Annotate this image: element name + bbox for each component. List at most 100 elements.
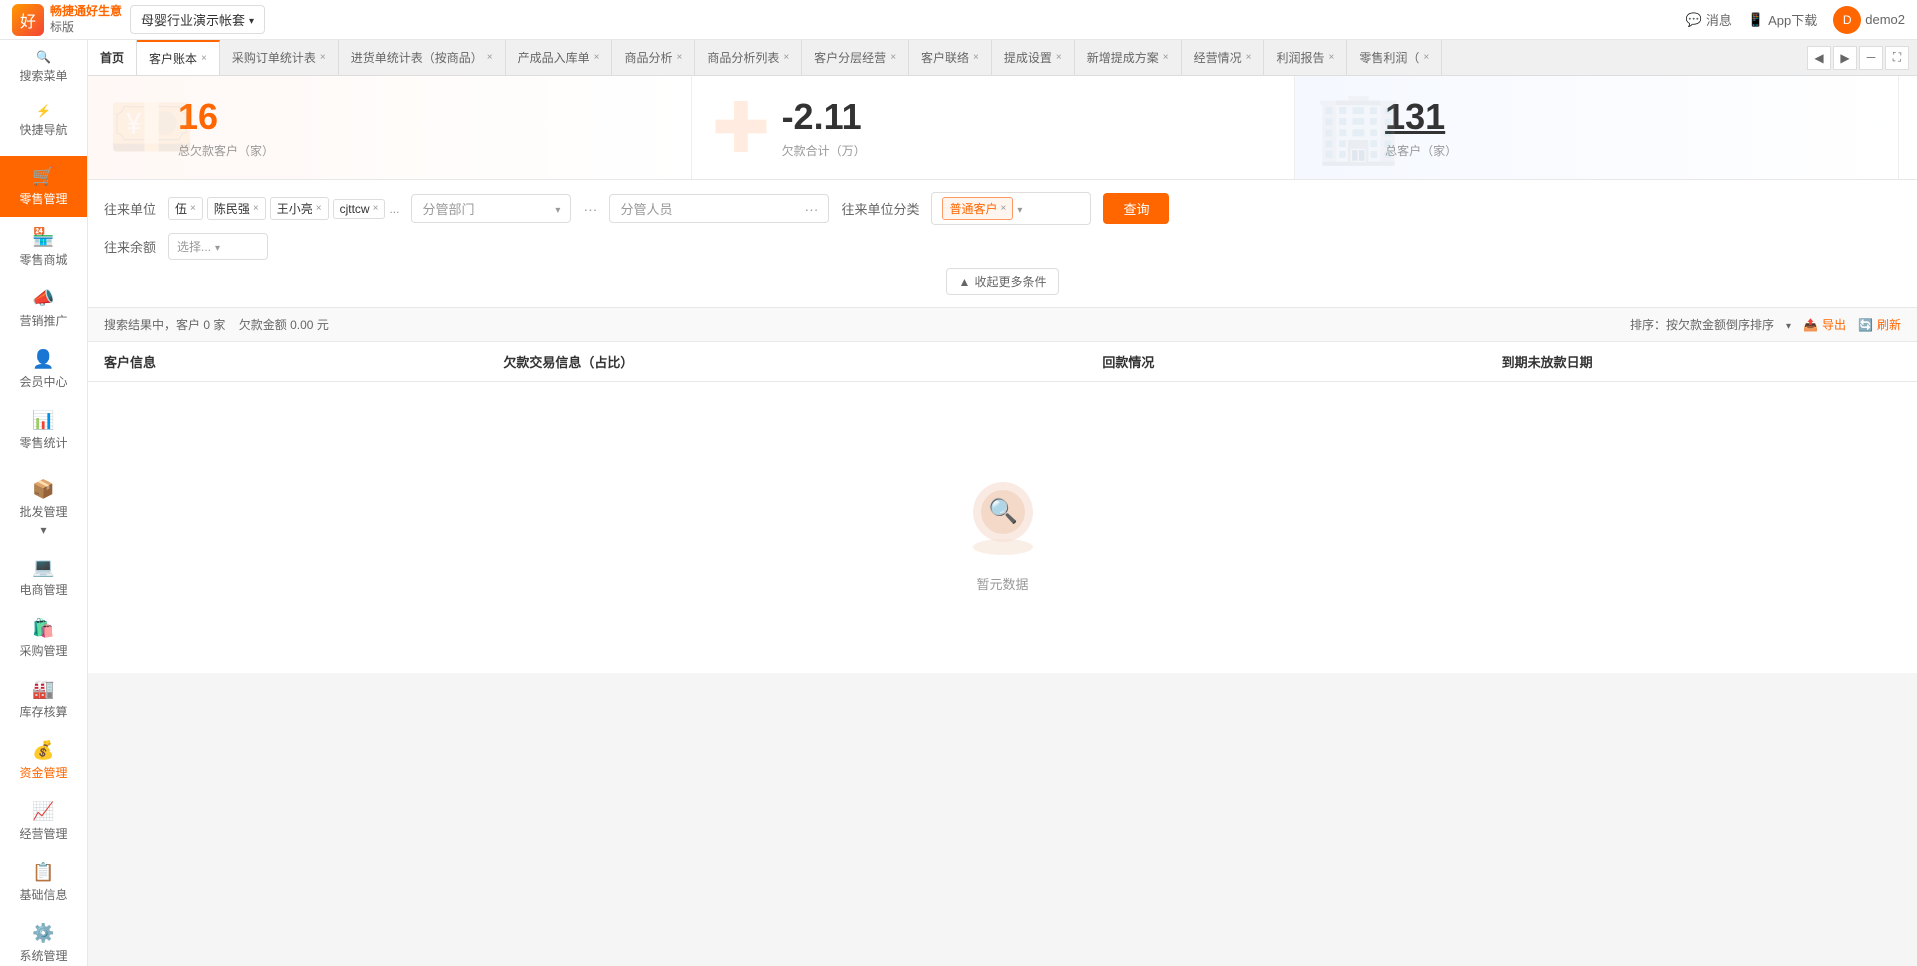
tab-production-stock[interactable]: 产成品入库单 bbox=[506, 40, 613, 76]
person-filter-dropdown[interactable]: 分管人员 ··· bbox=[609, 194, 829, 223]
query-button[interactable]: 查询 bbox=[1103, 193, 1169, 224]
tab-accounts-receivable-close[interactable] bbox=[201, 53, 207, 64]
tab-home-label: 首页 bbox=[100, 49, 124, 66]
tag-close-icon[interactable] bbox=[316, 203, 322, 214]
tab-new-commission-plan-close[interactable] bbox=[1163, 52, 1169, 63]
company-tag-wang[interactable]: 王小亮 bbox=[270, 197, 329, 220]
app-download-button[interactable]: 📱 App下载 bbox=[1748, 10, 1817, 29]
member-icon: 👤 bbox=[32, 349, 54, 370]
tab-accounts-receivable-label: 客户账本 bbox=[149, 50, 197, 67]
sidebar-item-marketing[interactable]: 📣 营销推广 bbox=[0, 278, 87, 339]
sidebar-item-ecommerce[interactable]: 💻 电商管理 bbox=[0, 547, 87, 608]
dept-filter-more[interactable]: ··· bbox=[583, 201, 597, 217]
retail-stats-icon: 📊 bbox=[32, 410, 54, 431]
app-container: 好 畅捷通好生意 标版 母婴行业演示帐套 💬 消息 📱 App下载 D bbox=[0, 0, 1917, 966]
logo-icon: 好 bbox=[12, 4, 44, 36]
tab-stock-stats-close[interactable] bbox=[487, 52, 493, 63]
page-content: ▶ 视频 ❓ 帮助 💴 16 总欠款客户（家） bbox=[88, 76, 1917, 966]
collapse-button[interactable]: ▲ 收起更多条件 bbox=[946, 268, 1060, 295]
tab-customer-contact-close[interactable] bbox=[973, 52, 979, 63]
result-summary: 搜索结果中，客户 0 家 欠款金额 0.00 元 bbox=[104, 316, 329, 333]
dept-filter-dropdown[interactable]: 分管部门 bbox=[411, 194, 571, 223]
chevron-down-icon bbox=[1786, 318, 1791, 332]
category-filter-dropdown[interactable]: 普通客户 bbox=[931, 192, 1091, 225]
tab-profit-report[interactable]: 利润报告 bbox=[1264, 40, 1347, 76]
filter-collapse-area: ▲ 收起更多条件 bbox=[104, 268, 1901, 295]
sidebar-item-wholesale[interactable]: 📦 批发管理 ▾ bbox=[0, 469, 87, 547]
tab-maximize-button[interactable]: ⛶ bbox=[1885, 46, 1909, 70]
tag-close-icon[interactable] bbox=[253, 203, 259, 214]
tab-customer-segmentation-close[interactable] bbox=[890, 52, 896, 63]
tab-operations-status[interactable]: 经营情况 bbox=[1182, 40, 1265, 76]
empty-icon: 🔍 bbox=[953, 462, 1053, 562]
sidebar-item-label: 库存核算 bbox=[19, 703, 67, 720]
sidebar-item-system[interactable]: ⚙️ 系统管理 bbox=[0, 913, 87, 966]
tab-commission-settings[interactable]: 提成设置 bbox=[992, 40, 1075, 76]
tab-new-commission-plan[interactable]: 新增提成方案 bbox=[1075, 40, 1182, 76]
balance-filter-select[interactable]: 选择... bbox=[168, 233, 268, 260]
sidebar-item-label: 电商管理 bbox=[19, 581, 67, 598]
export-button[interactable]: 📤 导出 bbox=[1803, 316, 1846, 333]
sidebar-item-operations[interactable]: 📈 经营管理 bbox=[0, 791, 87, 852]
tab-stock-stats[interactable]: 进货单统计表（按商品） bbox=[339, 40, 506, 76]
tab-customer-segmentation[interactable]: 客户分层经营 bbox=[802, 40, 909, 76]
sidebar-search[interactable]: 🔍 搜索菜单 bbox=[0, 40, 87, 94]
category-tag-normal[interactable]: 普通客户 bbox=[942, 197, 1013, 220]
tab-customer-contact[interactable]: 客户联络 bbox=[909, 40, 992, 76]
tab-production-stock-close[interactable] bbox=[594, 52, 600, 63]
tab-accounts-receivable[interactable]: 客户账本 bbox=[137, 40, 220, 76]
company-filter-label: 往来单位 bbox=[104, 199, 156, 218]
tab-home[interactable]: 首页 bbox=[88, 40, 137, 76]
tab-purchase-order-stats-close[interactable] bbox=[320, 52, 326, 63]
more-tags-indicator[interactable]: ... bbox=[389, 202, 399, 216]
top-bar-left: 好 畅捷通好生意 标版 母婴行业演示帐套 bbox=[12, 4, 265, 36]
tab-product-analysis-list[interactable]: 商品分析列表 bbox=[695, 40, 802, 76]
message-button[interactable]: 💬 消息 bbox=[1686, 10, 1732, 29]
tag-close-icon[interactable] bbox=[190, 203, 196, 214]
org-selector[interactable]: 母婴行业演示帐套 bbox=[130, 5, 265, 34]
chevron-down-icon bbox=[215, 240, 220, 254]
stat-total-customers: 🏢 131 总客户（家） bbox=[1295, 76, 1899, 179]
person-filter-more[interactable]: ··· bbox=[804, 201, 818, 217]
tab-minimize-button[interactable]: － bbox=[1859, 46, 1883, 70]
empty-state-label: 暂元数据 bbox=[976, 574, 1028, 593]
tab-next-button[interactable]: ▶ bbox=[1833, 46, 1857, 70]
debt-unit: 元 bbox=[317, 318, 329, 332]
tab-retail-profit-label: 零售利润（ bbox=[1359, 49, 1419, 66]
sidebar-item-retail-mall[interactable]: 🏪 零售商城 bbox=[0, 217, 87, 278]
company-tag-chen[interactable]: 陈民强 bbox=[207, 197, 266, 220]
tab-profit-report-close[interactable] bbox=[1328, 52, 1334, 63]
company-tag-wu[interactable]: 伍 bbox=[168, 197, 203, 220]
company-tag-cjttcw[interactable]: cjttcw bbox=[333, 199, 386, 219]
tab-product-analysis[interactable]: 商品分析 bbox=[612, 40, 695, 76]
sidebar-item-retail-mgmt[interactable]: 🛒 零售管理 bbox=[0, 156, 87, 217]
sidebar-item-retail-stats[interactable]: 📊 零售统计 bbox=[0, 400, 87, 461]
tab-retail-profit-close[interactable] bbox=[1423, 52, 1429, 63]
tab-product-analysis-list-close[interactable] bbox=[783, 52, 789, 63]
tab-product-analysis-list-label: 商品分析列表 bbox=[707, 49, 779, 66]
tab-purchase-order-stats[interactable]: 采购订单统计表 bbox=[220, 40, 339, 76]
user-profile[interactable]: D demo2 bbox=[1833, 6, 1905, 34]
sidebar-item-basic-info[interactable]: 📋 基础信息 bbox=[0, 852, 87, 913]
sidebar-item-inventory[interactable]: 🏭 库存核算 bbox=[0, 669, 87, 730]
tab-operations-status-label: 经营情况 bbox=[1194, 49, 1242, 66]
chevron-down-icon bbox=[555, 201, 560, 216]
tab-prev-button[interactable]: ◀ bbox=[1807, 46, 1831, 70]
svg-text:🔍: 🔍 bbox=[988, 495, 1018, 525]
sidebar-item-purchase[interactable]: 🛍️ 采购管理 bbox=[0, 608, 87, 669]
logo-subtitle: 标版 bbox=[50, 20, 122, 36]
tag-close-icon[interactable] bbox=[373, 203, 379, 214]
sidebar-quick-nav-label: 快捷导航 bbox=[19, 121, 67, 138]
tab-commission-settings-close[interactable] bbox=[1056, 52, 1062, 63]
table-container: 客户信息 欠款交易信息（占比） 回款情况 到期未放款日期 🔍 bbox=[88, 342, 1917, 673]
total-debt-number: -2.11 bbox=[782, 96, 866, 138]
tag-close-icon[interactable] bbox=[1000, 203, 1006, 214]
sidebar-item-member[interactable]: 👤 会员中心 bbox=[0, 339, 87, 400]
refresh-button[interactable]: 🔄 刷新 bbox=[1858, 316, 1901, 333]
sidebar-item-finance[interactable]: 💰 资金管理 bbox=[0, 730, 87, 791]
tab-product-analysis-close[interactable] bbox=[676, 52, 682, 63]
tab-retail-profit[interactable]: 零售利润（ bbox=[1347, 40, 1442, 76]
tab-operations-status-close[interactable] bbox=[1246, 52, 1252, 63]
sidebar-quick-nav[interactable]: ⚡ 快捷导航 bbox=[0, 94, 87, 148]
tag-label: 王小亮 bbox=[277, 200, 313, 217]
